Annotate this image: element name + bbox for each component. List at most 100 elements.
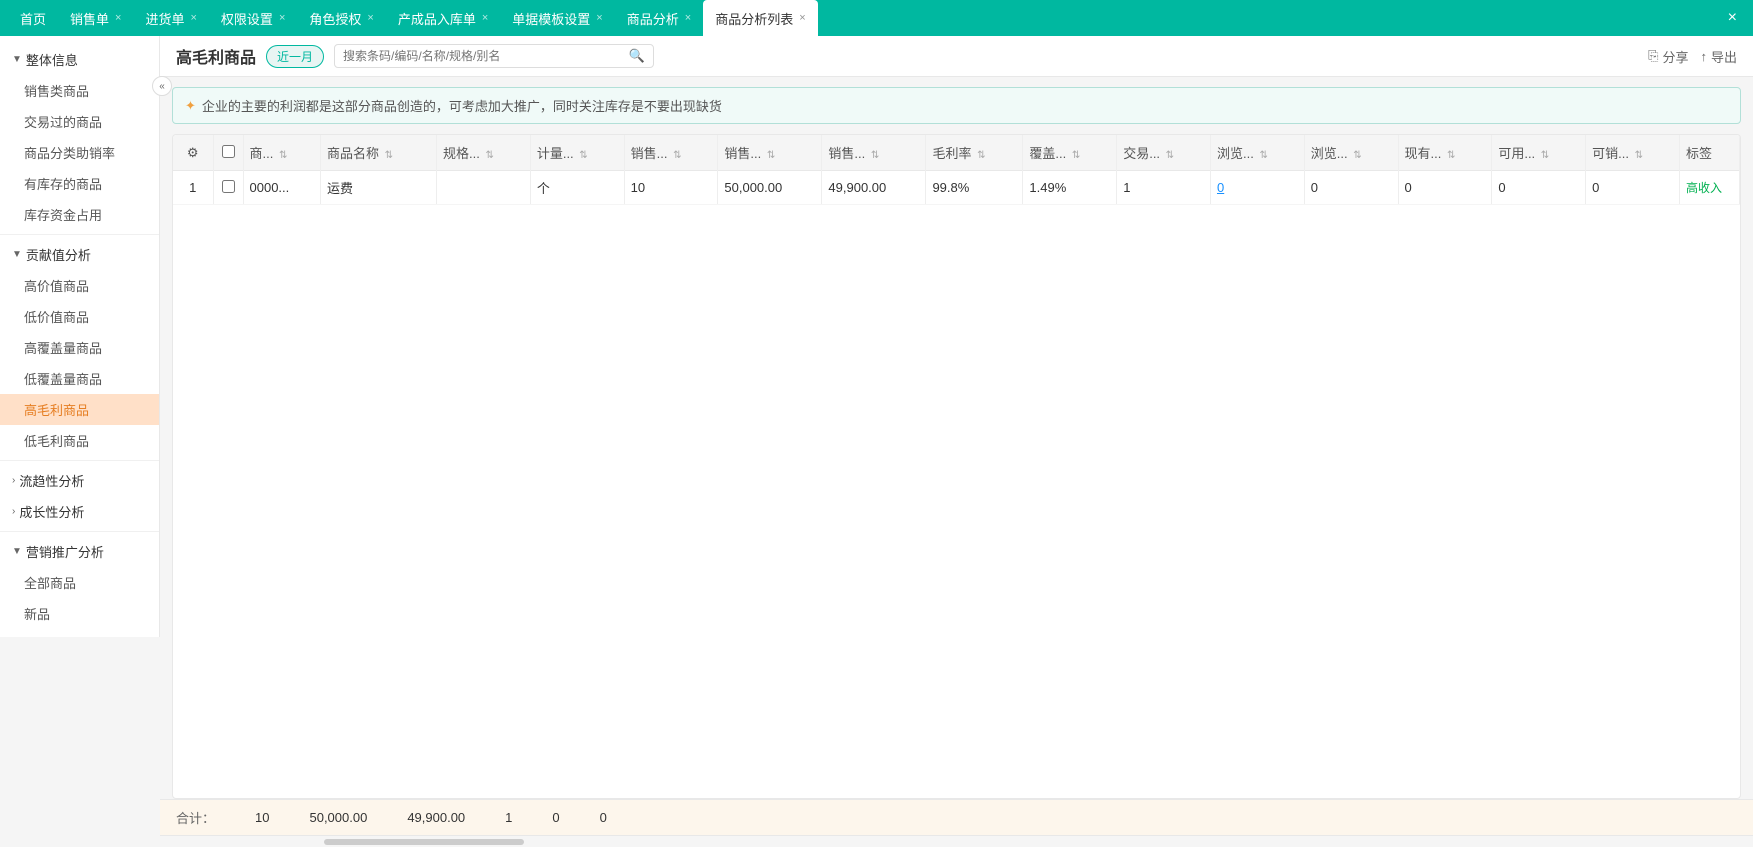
th-current[interactable]: 现有... ⇅ <box>1398 135 1492 171</box>
sidebar-item-low-margin[interactable]: 低毛利商品 <box>0 425 159 456</box>
row-spec <box>437 171 531 205</box>
sidebar-group-overall[interactable]: ▼ 整体信息 <box>0 44 159 75</box>
nav-tab-template[interactable]: 单据模板设置 × <box>500 0 614 36</box>
th-sale-qty[interactable]: 销售... ⇅ <box>624 135 718 171</box>
th-available[interactable]: 可用... ⇅ <box>1492 135 1586 171</box>
arrow-icon-trend: › <box>12 475 15 486</box>
th-unit[interactable]: 计量... ⇅ <box>530 135 624 171</box>
sidebar-collapse-button[interactable]: « <box>152 76 172 96</box>
nav-tab-permission-label: 权限设置 <box>221 9 273 28</box>
th-trade[interactable]: 交易... ⇅ <box>1117 135 1211 171</box>
nav-tab-analysis-list-close[interactable]: × <box>799 12 805 24</box>
sort-icon-view1: ⇅ <box>1259 150 1267 161</box>
sidebar-item-low-coverage[interactable]: 低覆盖量商品 <box>0 363 159 394</box>
sort-icon-sale-amount: ⇅ <box>767 150 775 161</box>
row-gross-margin: 99.8% <box>926 171 1023 205</box>
nav-tab-purchase-close[interactable]: × <box>190 12 196 24</box>
sidebar-item-sales-goods[interactable]: 销售类商品 <box>0 75 159 106</box>
row-available: 0 <box>1492 171 1586 205</box>
table-header-row: ⚙ 商... ⇅ 商品名称 ⇅ <box>173 135 1740 171</box>
nav-tab-role-close[interactable]: × <box>367 12 373 24</box>
select-all-checkbox[interactable] <box>222 145 235 158</box>
th-coverage[interactable]: 覆盖... ⇅ <box>1023 135 1117 171</box>
nav-tab-template-close[interactable]: × <box>596 12 602 24</box>
arrow-icon: ▼ <box>12 249 22 260</box>
th-gross-margin[interactable]: 毛利率 ⇅ <box>926 135 1023 171</box>
table-row: 1 0000... 运费 个 10 50,000.00 49,900.00 99… <box>173 171 1740 205</box>
sidebar-item-in-stock[interactable]: 有库存的商品 <box>0 168 159 199</box>
sort-icon-sale-profit: ⇅ <box>871 150 879 161</box>
page-title: 高毛利商品 <box>176 44 256 68</box>
search-icon: 🔍 <box>629 48 645 64</box>
sort-icon-view2: ⇅ <box>1353 150 1361 161</box>
nav-tab-analysis-close[interactable]: × <box>685 12 691 24</box>
sidebar-item-traded-goods[interactable]: 交易过的商品 <box>0 106 159 137</box>
nav-tab-permission[interactable]: 权限设置 × <box>209 0 297 36</box>
nav-tab-product-instock-close[interactable]: × <box>482 12 488 24</box>
share-icon: ⎘ <box>1648 48 1658 64</box>
sidebar-group-growth[interactable]: › 成长性分析 <box>0 496 159 527</box>
th-view1[interactable]: 浏览... ⇅ <box>1210 135 1304 171</box>
filter-recent-month-button[interactable]: 近一月 <box>266 45 324 68</box>
sort-icon-spec: ⇅ <box>486 150 494 161</box>
nav-tab-home-label: 首页 <box>20 9 46 28</box>
horizontal-scrollbar[interactable] <box>160 835 1753 847</box>
nav-tab-analysis-list[interactable]: 商品分析列表 × <box>703 0 817 36</box>
sort-icon-saleable: ⇅ <box>1635 150 1643 161</box>
sidebar-group-trend[interactable]: › 流趋性分析 <box>0 465 159 496</box>
footer-current: 0 <box>552 810 559 825</box>
th-code[interactable]: 商... ⇅ <box>243 135 320 171</box>
nav-tab-template-label: 单据模板设置 <box>512 9 590 28</box>
nav-tab-purchase[interactable]: 进货单 × <box>133 0 208 36</box>
th-checkbox <box>213 135 243 171</box>
sort-icon-available: ⇅ <box>1541 150 1549 161</box>
row-view1[interactable]: 0 <box>1210 171 1304 205</box>
nav-tab-sales-close[interactable]: × <box>115 12 121 24</box>
footer-sale-qty: 10 <box>255 810 269 825</box>
row-unit: 个 <box>530 171 624 205</box>
th-spec[interactable]: 规格... ⇅ <box>437 135 531 171</box>
sidebar-item-all-goods[interactable]: 全部商品 <box>0 567 159 598</box>
row-sale-profit: 49,900.00 <box>822 171 926 205</box>
th-name[interactable]: 商品名称 ⇅ <box>320 135 436 171</box>
nav-tab-sales[interactable]: 销售单 × <box>58 0 133 36</box>
sidebar-group-marketing[interactable]: ▼ 营销推广分析 <box>0 536 159 567</box>
th-view2[interactable]: 浏览... ⇅ <box>1304 135 1398 171</box>
sidebar: ▼ 整体信息 销售类商品 交易过的商品 商品分类助销率 有库存的商品 库存资金占… <box>0 36 160 637</box>
sidebar-item-category-sales-rate[interactable]: 商品分类助销率 <box>0 137 159 168</box>
nav-tab-purchase-label: 进货单 <box>145 9 184 28</box>
th-sale-amount[interactable]: 销售... ⇅ <box>718 135 822 171</box>
th-tag[interactable]: 标签 <box>1680 135 1740 171</box>
sidebar-group-contribution[interactable]: ▼ 贡献值分析 <box>0 239 159 270</box>
search-input[interactable] <box>343 49 625 63</box>
data-table-wrapper: ⚙ 商... ⇅ 商品名称 ⇅ <box>172 134 1741 799</box>
row-name: 运费 <box>320 171 436 205</box>
search-box: 🔍 <box>334 44 654 68</box>
arrow-icon-marketing: ▼ <box>12 546 22 557</box>
sidebar-item-high-coverage[interactable]: 高覆盖量商品 <box>0 332 159 363</box>
sort-icon-unit: ⇅ <box>579 150 587 161</box>
nav-tab-analysis-label: 商品分析 <box>627 9 679 28</box>
row-checkbox[interactable] <box>222 180 235 193</box>
row-tag: 高收入 <box>1680 171 1740 205</box>
share-button[interactable]: ⎘ 分享 <box>1648 47 1688 66</box>
sidebar-item-new-goods[interactable]: 新品 <box>0 598 159 629</box>
window-close-button[interactable]: × <box>1720 5 1745 31</box>
row-code: 0000... <box>243 171 320 205</box>
nav-tab-home[interactable]: 首页 <box>8 0 58 36</box>
sort-icon-gross-margin: ⇅ <box>977 150 985 161</box>
sidebar-item-inventory-capital[interactable]: 库存资金占用 <box>0 199 159 230</box>
sidebar-item-low-value[interactable]: 低价值商品 <box>0 301 159 332</box>
sidebar-item-high-margin[interactable]: 高毛利商品 <box>0 394 159 425</box>
sidebar-item-high-value[interactable]: 高价值商品 <box>0 270 159 301</box>
info-banner: ✦ 企业的主要的利润都是这部分商品创造的，可考虑加大推广，同时关注库存是不要出现… <box>172 87 1741 124</box>
scroll-thumb[interactable] <box>324 839 524 845</box>
th-saleable[interactable]: 可销... ⇅ <box>1586 135 1680 171</box>
nav-tab-product-instock[interactable]: 产成品入库单 × <box>386 0 500 36</box>
settings-icon[interactable]: ⚙ <box>187 145 199 160</box>
nav-tab-analysis[interactable]: 商品分析 × <box>615 0 703 36</box>
export-button[interactable]: ↑ 导出 <box>1700 47 1737 66</box>
th-sale-profit[interactable]: 销售... ⇅ <box>822 135 926 171</box>
nav-tab-role[interactable]: 角色授权 × <box>297 0 385 36</box>
nav-tab-permission-close[interactable]: × <box>279 12 285 24</box>
